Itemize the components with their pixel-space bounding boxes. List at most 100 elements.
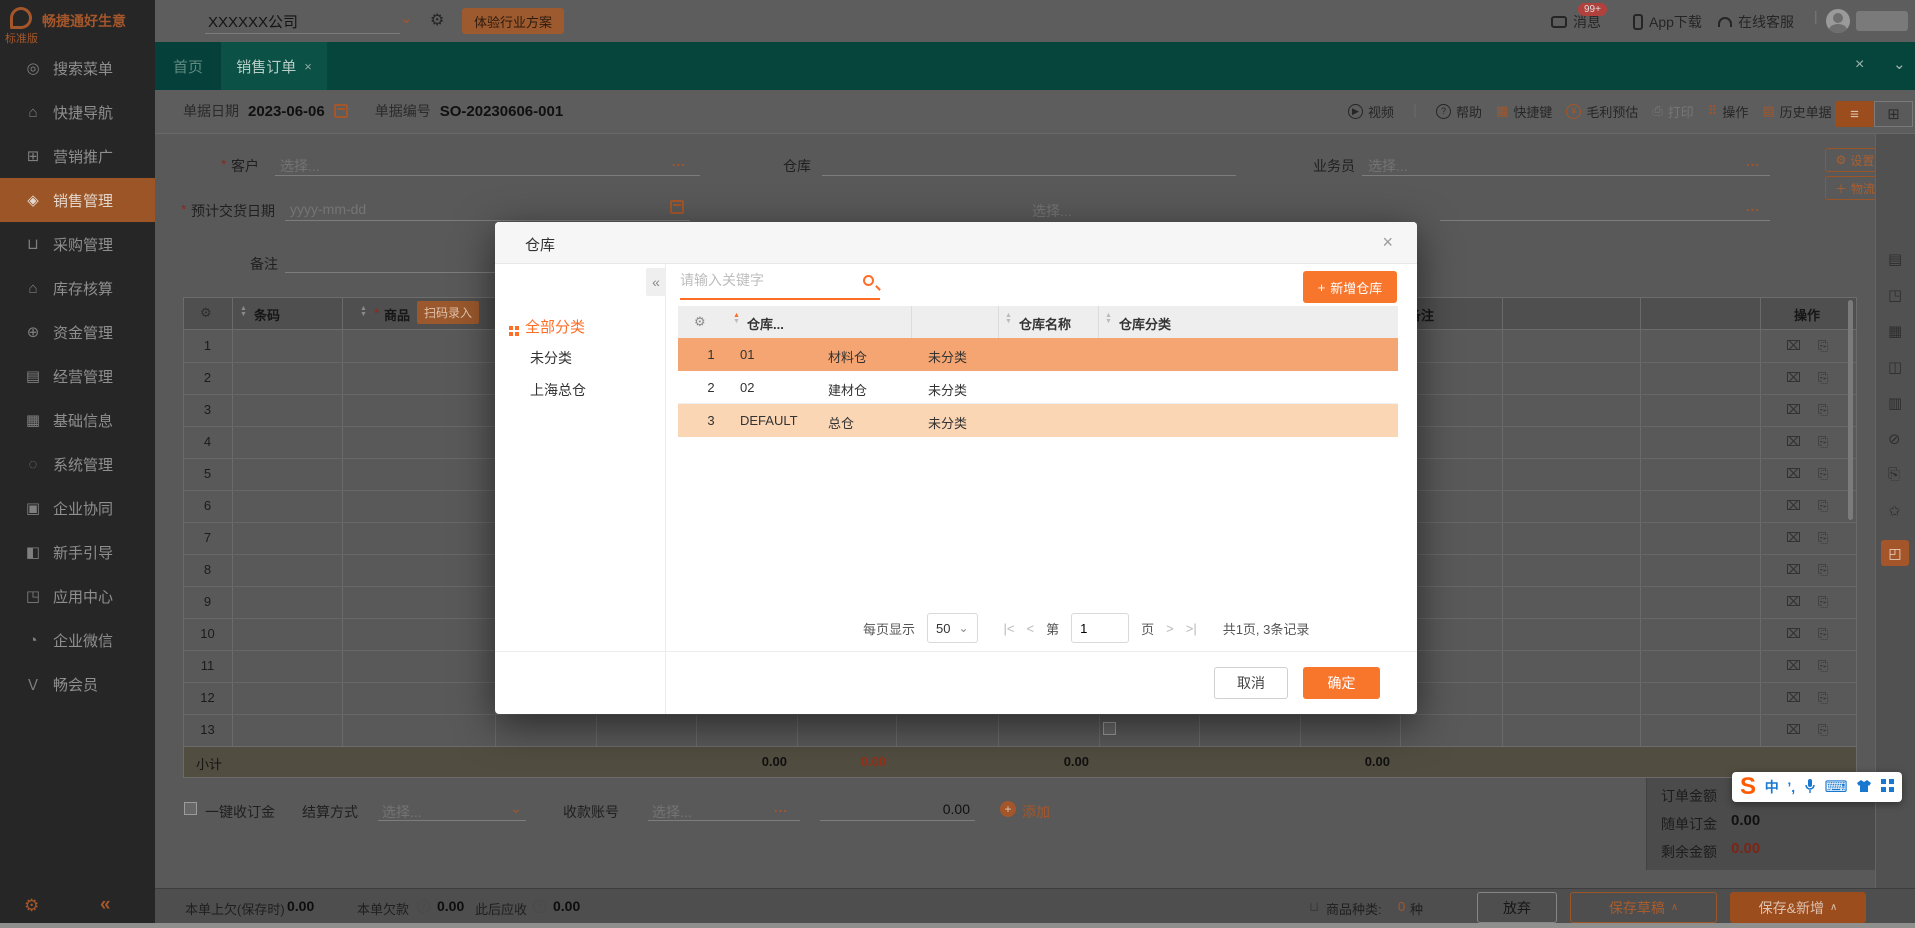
sidebar-item-collab[interactable]: ▣企业协同 [0, 486, 155, 530]
search-icon[interactable] [863, 275, 874, 286]
soft-keyboard-icon[interactable]: ⌨ [1824, 777, 1847, 797]
settle-method-field[interactable]: 选择... [382, 802, 422, 822]
copy-row-icon[interactable]: ⎘ [1818, 338, 1828, 354]
settings-gear-icon[interactable]: ⚙ [24, 896, 39, 916]
gear-icon[interactable]: ⚙ [430, 10, 444, 30]
discard-button[interactable]: 放弃 [1477, 892, 1557, 923]
sort-icon[interactable]: ▲▼ [360, 306, 367, 318]
scan-entry-button[interactable]: 扫码录入 [417, 301, 479, 324]
tab-home[interactable]: 首页 [155, 42, 221, 90]
new-warehouse-button[interactable]: +新增仓库 [1303, 271, 1397, 303]
sidebar-item-clipboard[interactable]: ▤经营管理 [0, 354, 155, 398]
sort-icon-active[interactable]: ▲▼ [733, 313, 740, 325]
copy-row-icon[interactable]: ⎘ [1818, 530, 1828, 546]
warehouse-row[interactable]: 202建材仓未分类 [678, 371, 1398, 404]
delete-row-icon[interactable]: ⌧ [1786, 562, 1801, 578]
app-download-button[interactable]: App下载 [1633, 12, 1702, 32]
sort-icon[interactable]: ▲▼ [1005, 313, 1012, 325]
user-avatar[interactable] [1826, 9, 1850, 33]
copy-row-icon[interactable]: ⎘ [1818, 722, 1828, 738]
tab-sales-order[interactable]: 销售订单 × [221, 42, 327, 90]
delete-row-icon[interactable]: ⌧ [1786, 402, 1801, 418]
add-circle-icon[interactable]: + [1000, 801, 1016, 817]
copy-row-icon[interactable]: ⎘ [1818, 626, 1828, 642]
sidebar-item-vip[interactable]: Ｖ畅会员 [0, 662, 155, 706]
salesman-more-button[interactable]: ... [1746, 154, 1760, 169]
sidebar-item-bag[interactable]: ⊔采购管理 [0, 222, 155, 266]
toolbox-icon[interactable] [1881, 779, 1894, 795]
panel-icon-2[interactable]: ◳ [1888, 286, 1902, 304]
help-action[interactable]: ?帮助 [1436, 102, 1482, 121]
panel-icon-5[interactable]: ▥ [1888, 394, 1902, 412]
account-more-button[interactable]: ... [774, 800, 788, 815]
confirm-button[interactable]: 确定 [1303, 667, 1380, 699]
col-barcode-header[interactable]: 条码 [254, 305, 280, 324]
delivery-date-field[interactable]: yyyy-mm-dd [290, 201, 366, 217]
copy-row-icon[interactable]: ⎘ [1818, 466, 1828, 482]
table-gear-icon[interactable]: ⚙ [694, 314, 706, 330]
save-draft-button[interactable]: 保存草稿∧ [1570, 892, 1717, 923]
chinese-mode-icon[interactable]: 中 [1765, 777, 1779, 797]
page-input[interactable] [1080, 621, 1120, 636]
user-name-blurred[interactable] [1856, 11, 1908, 31]
copy-row-icon[interactable]: ⎘ [1818, 658, 1828, 674]
tab-close-icon[interactable]: × [304, 59, 312, 74]
all-categories-item[interactable]: 全部分类 [509, 316, 585, 337]
company-selector[interactable]: XXXXXX公司 [208, 11, 298, 32]
sidebar-item-system[interactable]: ◌系统管理 [0, 442, 155, 486]
category-item[interactable]: 上海总仓 [530, 380, 586, 400]
customer-field[interactable]: 选择... [280, 156, 320, 176]
punctuation-icon[interactable]: ’, [1787, 779, 1795, 795]
panel-icon-1[interactable]: ▤ [1888, 250, 1902, 268]
customer-more-button[interactable]: ... [672, 154, 686, 169]
operations-action[interactable]: ⠿操作 [1708, 102, 1749, 121]
sidebar-collapse-icon[interactable]: « [100, 894, 111, 916]
panel-icon-active[interactable]: ◰ [1881, 540, 1909, 566]
panel-icon-8[interactable]: ✩ [1888, 502, 1901, 520]
deposit-checkbox[interactable] [184, 802, 197, 815]
delete-row-icon[interactable]: ⌧ [1786, 722, 1801, 738]
sidebar-item-home[interactable]: ⌂快捷导航 [0, 90, 155, 134]
panel-icon-3[interactable]: ▦ [1888, 322, 1902, 340]
delete-row-icon[interactable]: ⌧ [1786, 466, 1801, 482]
sidebar-item-money[interactable]: ⊕资金管理 [0, 310, 155, 354]
modal-search-input[interactable] [680, 272, 850, 288]
chevron-down-icon[interactable]: ⌄ [400, 9, 413, 27]
delete-row-icon[interactable]: ⌧ [1786, 530, 1801, 546]
panel-collapse-button[interactable]: « [646, 268, 666, 296]
copy-row-icon[interactable]: ⎘ [1818, 690, 1828, 706]
delete-row-icon[interactable]: ⌧ [1786, 594, 1801, 610]
copy-row-icon[interactable]: ⎘ [1818, 370, 1828, 386]
sidebar-item-search[interactable]: ◎搜索菜单 [0, 46, 155, 90]
sort-icon[interactable]: ▲▼ [240, 306, 247, 318]
last-page-icon[interactable]: >| [1186, 621, 1197, 636]
panel-icon-6[interactable]: ⊘ [1888, 430, 1901, 448]
trial-plan-button[interactable]: 体验行业方案 [462, 8, 564, 34]
next-page-icon[interactable]: > [1166, 621, 1174, 636]
cancel-button[interactable]: 取消 [1214, 667, 1288, 699]
warehouse-row[interactable]: 3DEFAULT总仓未分类 [678, 404, 1398, 437]
close-all-tabs-icon[interactable]: × [1855, 56, 1864, 74]
row2-more-button[interactable]: ... [1746, 199, 1760, 214]
per-page-select[interactable]: 50 ⌄ [927, 613, 978, 643]
add-row-button[interactable]: 添加 [1022, 802, 1050, 822]
copy-row-icon[interactable]: ⎘ [1818, 562, 1828, 578]
col-warehouse-category[interactable]: 仓库分类 [1119, 314, 1171, 333]
video-action[interactable]: ▶视频 [1348, 102, 1394, 121]
copy-row-icon[interactable]: ⎘ [1818, 434, 1828, 450]
gift-checkbox[interactable] [1103, 722, 1116, 735]
sort-icon[interactable]: ▲▼ [1105, 313, 1112, 325]
save-and-new-button[interactable]: 保存&新增∧ [1730, 892, 1866, 923]
sidebar-item-apps[interactable]: ◳应用中心 [0, 574, 155, 618]
first-page-icon[interactable]: |< [1004, 621, 1015, 636]
view-grid-toggle[interactable]: ⊞ [1874, 101, 1913, 127]
copy-row-icon[interactable]: ⎘ [1818, 402, 1828, 418]
col-product-header[interactable]: 商品 [384, 305, 410, 324]
sidebar-item-info-card[interactable]: ▦基础信息 [0, 398, 155, 442]
microphone-icon[interactable] [1804, 778, 1816, 797]
delete-row-icon[interactable]: ⌧ [1786, 690, 1801, 706]
doc-no-value[interactable]: SO-20230606-001 [440, 103, 563, 120]
panel-icon-4[interactable]: ◫ [1888, 358, 1902, 376]
deposit-amount-field[interactable]: 0.00 [900, 801, 970, 817]
skin-icon[interactable] [1856, 779, 1872, 796]
